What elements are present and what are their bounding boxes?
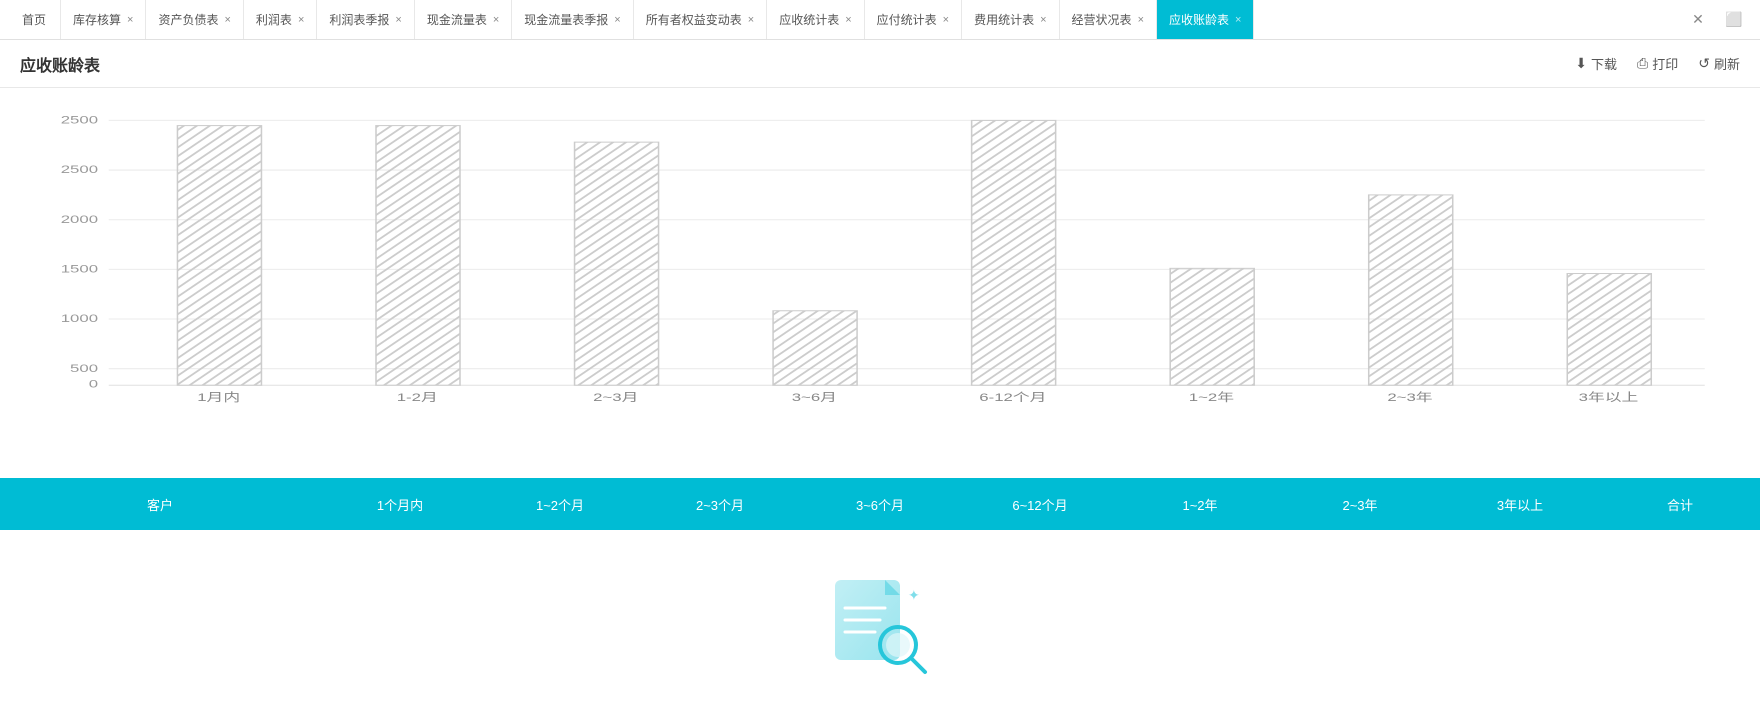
close-tab-equity[interactable]: ×	[748, 14, 754, 26]
svg-text:2~3月: 2~3月	[593, 391, 638, 404]
refresh-icon: ↺	[1698, 55, 1710, 72]
close-tab-profit-q[interactable]: ×	[395, 14, 401, 26]
bar-2-3year	[1369, 195, 1453, 385]
empty-state: ✦	[0, 530, 1760, 683]
svg-text:✦: ✦	[908, 587, 920, 603]
tab-home[interactable]: 首页	[8, 0, 61, 40]
svg-text:1~2年: 1~2年	[1189, 390, 1234, 403]
bar-3-6month	[773, 311, 857, 385]
header-3-6month: 3~6个月	[800, 495, 960, 514]
header-1month: 1个月内	[320, 495, 480, 514]
tab-bar-actions: ✕ ⬜	[1684, 6, 1752, 34]
close-tab-profit[interactable]: ×	[298, 14, 304, 26]
main-content: 2500 2500 2000 1500 1000 500 0 1月内 1-2月	[0, 88, 1760, 720]
bar-2-3month	[575, 142, 659, 385]
svg-text:1-2月: 1-2月	[397, 391, 438, 404]
close-tab-ap-stat[interactable]: ×	[943, 14, 949, 26]
tab-ap-stat[interactable]: 应付统计表 ×	[865, 0, 962, 40]
header-2-3year: 2~3年	[1280, 495, 1440, 514]
empty-illustration: ✦	[820, 570, 940, 683]
print-label: 打印	[1652, 54, 1678, 73]
window-close-button[interactable]: ✕	[1684, 6, 1712, 34]
download-label: 下载	[1591, 54, 1617, 73]
svg-text:2500: 2500	[61, 164, 98, 177]
header-actions: ⬇ 下载 ⎙ 打印 ↺ 刷新	[1575, 54, 1740, 73]
svg-text:1月内: 1月内	[197, 390, 240, 403]
tab-bar: 首页 库存核算 × 资产负债表 × 利润表 × 利润表季报 × 现金流量表 × …	[0, 0, 1760, 40]
close-tab-cashflow-q[interactable]: ×	[614, 14, 620, 26]
window-maximize-button[interactable]: ⬜	[1720, 6, 1748, 34]
header-1-2month: 1~2个月	[480, 495, 640, 514]
tab-profit[interactable]: 利润表 ×	[244, 0, 317, 40]
svg-text:6-12个月: 6-12个月	[979, 390, 1046, 403]
tab-balance[interactable]: 资产负债表 ×	[146, 0, 243, 40]
tab-cashflow[interactable]: 现金流量表 ×	[415, 0, 512, 40]
header-3plus-year: 3年以上	[1440, 495, 1600, 514]
bar-chart: 2500 2500 2000 1500 1000 500 0 1月内 1-2月	[40, 108, 1720, 408]
bar-1month	[177, 126, 261, 386]
svg-text:1000: 1000	[61, 313, 98, 326]
download-button[interactable]: ⬇ 下载	[1575, 54, 1617, 73]
svg-text:500: 500	[70, 362, 98, 375]
print-button[interactable]: ⎙ 打印	[1637, 54, 1678, 73]
close-tab-balance[interactable]: ×	[224, 14, 230, 26]
bar-1-2year	[1170, 268, 1254, 385]
header-total: 合计	[1600, 495, 1760, 514]
header-2-3month: 2~3个月	[640, 495, 800, 514]
header-6-12month: 6~12个月	[960, 495, 1120, 514]
tab-cashflow-q[interactable]: 现金流量表季报 ×	[512, 0, 633, 40]
empty-icon: ✦	[820, 570, 940, 680]
tab-profit-q[interactable]: 利润表季报 ×	[317, 0, 414, 40]
bar-3plus-year	[1567, 274, 1651, 386]
header-customer: 客户	[0, 495, 320, 514]
tab-equity[interactable]: 所有者权益变动表 ×	[634, 0, 767, 40]
close-tab-cashflow[interactable]: ×	[493, 14, 499, 26]
print-icon: ⎙	[1637, 55, 1648, 72]
table-header: 客户 1个月内 1~2个月 2~3个月 3~6个月 6~12个月 1~2年 2~…	[0, 478, 1760, 530]
close-tab-inventory[interactable]: ×	[127, 14, 133, 26]
svg-text:3~6月: 3~6月	[792, 391, 837, 404]
svg-text:3年以上: 3年以上	[1579, 390, 1639, 403]
tab-inventory[interactable]: 库存核算 ×	[61, 0, 146, 40]
svg-text:0: 0	[89, 378, 98, 391]
close-tab-ar-aging[interactable]: ×	[1235, 14, 1241, 26]
tab-operation[interactable]: 经营状况表 ×	[1060, 0, 1157, 40]
close-tab-operation[interactable]: ×	[1138, 14, 1144, 26]
tab-ar-aging[interactable]: 应收账龄表 ×	[1157, 0, 1254, 40]
page-title: 应收账龄表	[20, 52, 100, 76]
bar-1-2month	[376, 126, 460, 386]
chart-area: 2500 2500 2000 1500 1000 500 0 1月内 1-2月	[0, 88, 1760, 478]
download-icon: ⬇	[1575, 55, 1587, 72]
svg-text:2500: 2500	[61, 114, 98, 127]
bar-6-12month	[972, 120, 1056, 385]
refresh-button[interactable]: ↺ 刷新	[1698, 54, 1740, 73]
svg-text:1500: 1500	[61, 263, 98, 276]
tab-ar-stat[interactable]: 应收统计表 ×	[767, 0, 864, 40]
close-tab-expense[interactable]: ×	[1040, 14, 1046, 26]
page-header: 应收账龄表 ⬇ 下载 ⎙ 打印 ↺ 刷新	[0, 40, 1760, 88]
tab-expense[interactable]: 费用统计表 ×	[962, 0, 1059, 40]
refresh-label: 刷新	[1714, 54, 1740, 73]
svg-text:2000: 2000	[61, 213, 98, 226]
svg-text:2~3年: 2~3年	[1387, 390, 1432, 403]
close-tab-ar-stat[interactable]: ×	[845, 14, 851, 26]
header-1-2year: 1~2年	[1120, 495, 1280, 514]
